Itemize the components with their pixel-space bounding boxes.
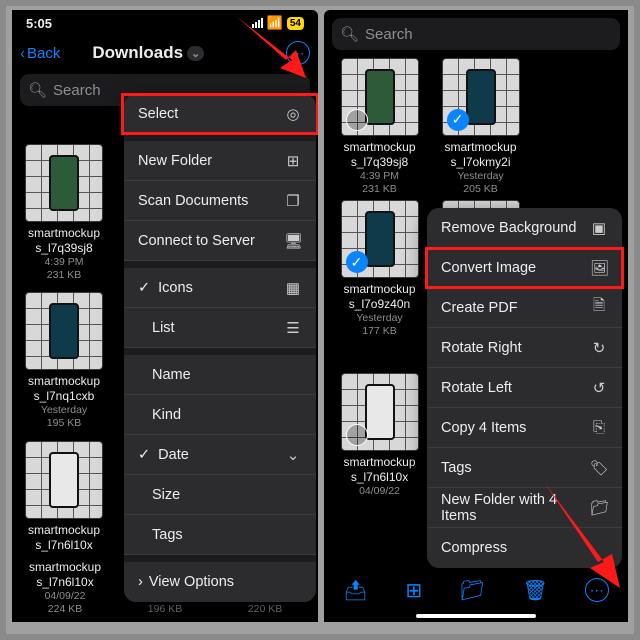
duplicate-icon[interactable]: ⊞ bbox=[406, 578, 423, 603]
selection-circle[interactable] bbox=[346, 424, 368, 446]
share-icon[interactable]: 📤︎ bbox=[343, 578, 368, 603]
selection-check-icon[interactable]: ✓ bbox=[447, 109, 469, 131]
tag-icon: 🏷︎ bbox=[590, 459, 608, 477]
home-indicator bbox=[416, 614, 536, 618]
magnifier-icon: 🔍︎ bbox=[28, 81, 47, 99]
chevron-down-icon: ⌄ bbox=[187, 46, 204, 61]
menu-sort-tags[interactable]: Tags bbox=[124, 515, 316, 555]
signal-icon bbox=[252, 18, 263, 28]
battery-badge: 54 bbox=[287, 17, 304, 30]
background-icon: ▣ bbox=[590, 219, 608, 237]
menu-scan-documents[interactable]: Scan Documents❐ bbox=[124, 181, 316, 221]
back-label: Back bbox=[27, 45, 60, 62]
menu-rotate-left[interactable]: Rotate Left↺ bbox=[427, 368, 622, 408]
menu-new-folder[interactable]: New Folder⊞ bbox=[124, 141, 316, 181]
folder-title[interactable]: Downloads ⌄ bbox=[92, 43, 204, 63]
scan-icon: ❐ bbox=[284, 192, 302, 210]
menu-convert-image[interactable]: Convert Image🖼︎ bbox=[427, 248, 622, 288]
menu-view-icons[interactable]: Icons▦ bbox=[124, 268, 316, 308]
menu-compress[interactable]: Compress bbox=[427, 528, 622, 568]
search-placeholder: Search bbox=[365, 26, 413, 43]
menu-sort-size[interactable]: Size bbox=[124, 475, 316, 515]
menu-create-pdf[interactable]: Create PDF🗎︎ bbox=[427, 288, 622, 328]
menu-sort-kind[interactable]: Kind bbox=[124, 395, 316, 435]
file-item[interactable]: smartmockup s_l7q39sj8 4:39 PM 231 KB bbox=[20, 144, 108, 282]
file-item[interactable]: smartmockup s_l7q39sj8 4:39 PM 231 KB bbox=[332, 58, 427, 196]
status-bar: 5:05 📶 54 bbox=[12, 10, 318, 36]
menu-connect-server[interactable]: Connect to Server🖥︎ bbox=[124, 221, 316, 261]
menu-view-list[interactable]: List☰ bbox=[124, 308, 316, 348]
images-icon: 🖼︎ bbox=[590, 259, 608, 277]
file-item[interactable]: smartmockup s_l7nq1cxb Yesterday 195 KB bbox=[20, 292, 108, 430]
rotate-right-icon: ↻ bbox=[590, 339, 608, 357]
selection-circle[interactable] bbox=[346, 109, 368, 131]
menu-sort-date[interactable]: Date⌄ bbox=[124, 435, 316, 475]
menu-select[interactable]: Select◎ bbox=[124, 94, 316, 134]
search-placeholder: Search bbox=[53, 82, 101, 99]
trash-icon[interactable]: 🗑︎ bbox=[522, 578, 547, 603]
document-icon: 🗎︎ bbox=[590, 295, 608, 320]
menu-copy-items[interactable]: Copy 4 Items⎘ bbox=[427, 408, 622, 448]
file-item[interactable]: ✓ smartmockup s_l7okmy2i Yesterday 205 K… bbox=[433, 58, 528, 196]
context-menu: Select◎ New Folder⊞ Scan Documents❐ Conn… bbox=[124, 94, 316, 602]
menu-tags[interactable]: Tags🏷︎ bbox=[427, 448, 622, 488]
folder-plus-icon: ⊞ bbox=[284, 152, 302, 170]
menu-remove-background[interactable]: Remove Background▣ bbox=[427, 208, 622, 248]
rotate-left-icon: ↺ bbox=[590, 379, 608, 397]
selection-check-icon[interactable]: ✓ bbox=[346, 251, 368, 273]
folder-icon: 📁︎ bbox=[590, 499, 608, 517]
wifi-icon: 📶 bbox=[267, 15, 283, 31]
screenshot-left: 5:05 📶 54 ‹ Back Downloads ⌄ ⋯ 🔍︎ Search… bbox=[12, 10, 318, 622]
back-button[interactable]: ‹ Back bbox=[20, 45, 60, 62]
file-item[interactable]: smartmockup s_l7n6l10x 04/09/22 bbox=[332, 373, 427, 498]
list-icon: ☰ bbox=[284, 319, 302, 337]
more-button[interactable]: ⋯ bbox=[585, 578, 609, 602]
chevron-down-icon: ⌄ bbox=[284, 446, 302, 464]
server-icon: 🖥︎ bbox=[284, 232, 302, 250]
clock: 5:05 bbox=[26, 16, 52, 31]
menu-view-options[interactable]: ›View Options bbox=[124, 562, 316, 602]
action-menu: Remove Background▣ Convert Image🖼︎ Creat… bbox=[427, 208, 622, 568]
menu-new-folder-items[interactable]: New Folder with 4 Items📁︎ bbox=[427, 488, 622, 528]
grid-icon: ▦ bbox=[284, 279, 302, 297]
file-item[interactable]: ✓ smartmockup s_l7o9z40n Yesterday 177 K… bbox=[332, 200, 427, 338]
search-input[interactable]: 🔍︎ Search bbox=[332, 18, 620, 50]
more-button[interactable]: ⋯ bbox=[286, 41, 310, 65]
move-icon[interactable]: 📁︎ bbox=[460, 578, 485, 603]
file-item[interactable]: smartmockup s_l7n6l10x bbox=[20, 441, 108, 553]
menu-rotate-right[interactable]: Rotate Right↻ bbox=[427, 328, 622, 368]
select-icon: ◎ bbox=[284, 105, 302, 123]
screenshot-right: 🔍︎ Search smartmockup s_l7q39sj8 4:39 PM… bbox=[324, 10, 628, 622]
chevron-left-icon: ‹ bbox=[20, 45, 25, 62]
magnifier-icon: 🔍︎ bbox=[340, 25, 359, 43]
bottom-toolbar: 📤︎ ⊞ 📁︎ 🗑︎ ⋯ bbox=[324, 568, 628, 612]
menu-sort-name[interactable]: Name bbox=[124, 355, 316, 395]
file-item[interactable]: smartmockup s_l7n6l10x 04/09/22 224 KB bbox=[21, 560, 109, 616]
copy-icon: ⎘ bbox=[590, 419, 608, 436]
